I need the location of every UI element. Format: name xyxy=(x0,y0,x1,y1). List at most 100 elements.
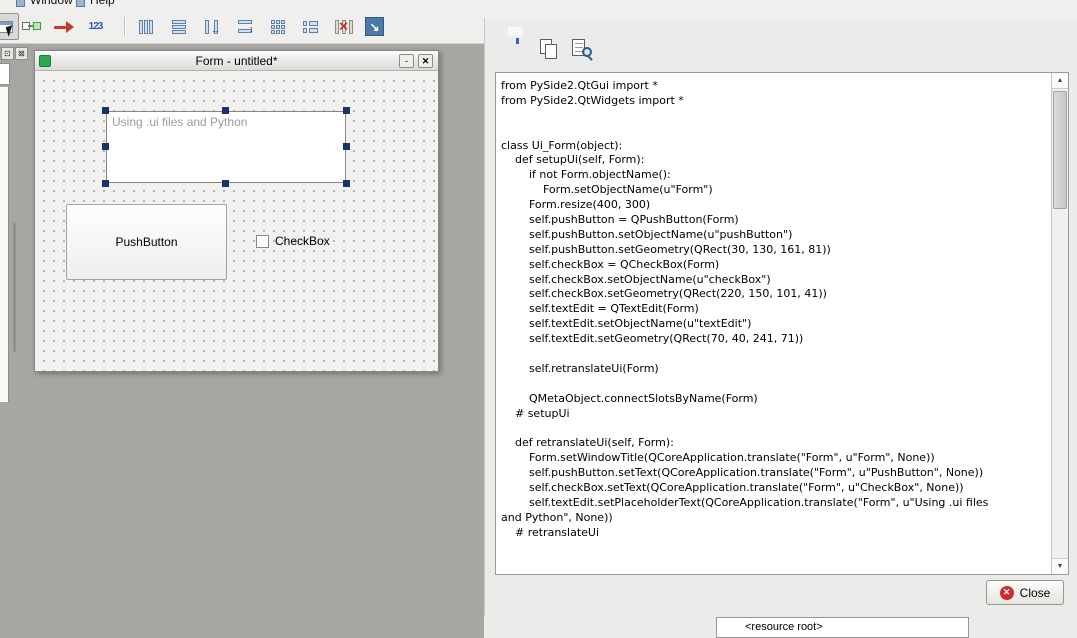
tab-order-glyph: 123 xyxy=(89,21,103,32)
break-layout-icon[interactable]: ✕ xyxy=(330,13,357,40)
close-x-glyph: ✕ xyxy=(1003,587,1011,598)
splitter-h-arrow-glyph: ↔ xyxy=(211,25,220,35)
dock-float-icon: ⊡ xyxy=(4,49,11,58)
form-window-title: Form - untitled* xyxy=(35,54,438,68)
code-line xyxy=(501,347,1051,362)
close-icon: ✕ xyxy=(422,56,430,67)
code-line: self.checkBox.setText(QCoreApplication.t… xyxy=(501,481,1051,496)
dock-float-button[interactable]: ⊡ xyxy=(1,47,14,60)
menubar: Window Help xyxy=(0,0,1077,9)
code-line: self.textEdit.setGeometry(QRect(70, 40, … xyxy=(501,332,1051,347)
find-icon[interactable] xyxy=(569,37,593,61)
signal-glyph xyxy=(33,22,41,30)
code-line: # retranslateUi xyxy=(501,526,1051,541)
selection-handle-top-left[interactable] xyxy=(102,107,109,114)
lay-out-grid-icon[interactable] xyxy=(264,13,291,40)
code-line: self.pushButton.setText(QCoreApplication… xyxy=(501,466,1051,481)
code-line: self.retranslateUi(Form) xyxy=(501,362,1051,377)
form-window-titlebar[interactable]: Form - untitled* - ✕ xyxy=(35,51,438,71)
menu-help[interactable]: Help xyxy=(90,0,115,7)
pushbutton-widget[interactable]: PushButton xyxy=(66,204,227,280)
checkbox-label: CheckBox xyxy=(275,234,330,248)
code-line xyxy=(501,124,1051,139)
code-line: QMetaObject.connectSlotsByName(Form) xyxy=(501,392,1051,407)
code-line: self.checkBox = QCheckBox(Form) xyxy=(501,258,1051,273)
lay-out-horizontally-icon[interactable] xyxy=(132,13,159,40)
buddy-line-glyph xyxy=(54,26,66,29)
form-minimize-button[interactable]: - xyxy=(399,54,414,68)
cursor-glyph xyxy=(6,25,16,37)
save-icon[interactable] xyxy=(505,37,529,61)
widget-box-filter-fragment[interactable] xyxy=(0,63,10,85)
code-line: from PySide2.QtWidgets import * xyxy=(501,94,1051,109)
buddy-arrow-glyph xyxy=(66,21,74,33)
edit-widgets-icon[interactable] xyxy=(0,13,19,40)
minimize-icon: - xyxy=(405,56,408,66)
close-button-icon: ✕ xyxy=(1000,586,1014,600)
edit-signals-slots-icon[interactable] xyxy=(18,13,45,40)
code-line: class Ui_Form(object): xyxy=(501,139,1051,154)
code-lines[interactable]: from PySide2.QtGui import *from PySide2.… xyxy=(496,73,1051,574)
checkbox-widget[interactable]: CheckBox xyxy=(256,234,330,248)
lay-out-splitter-vertical-icon[interactable]: ↕ xyxy=(231,13,258,40)
code-line: Form.resize(400, 300) xyxy=(501,198,1051,213)
adjust-size-icon[interactable]: ↘ xyxy=(361,13,388,40)
toolbar-separator xyxy=(124,17,125,36)
dock-close-icon: ⊠ xyxy=(18,49,25,58)
dock-close-button[interactable]: ⊠ xyxy=(15,47,28,60)
code-line: from PySide2.QtGui import * xyxy=(501,79,1051,94)
code-line xyxy=(501,377,1051,392)
code-line: self.pushButton = QPushButton(Form) xyxy=(501,213,1051,228)
textedit-placeholder[interactable]: Using .ui files and Python xyxy=(106,111,346,183)
scroll-down-button[interactable]: ▼ xyxy=(1052,558,1068,574)
lay-out-splitter-horizontal-icon[interactable]: ↔ xyxy=(198,13,225,40)
code-frame: from PySide2.QtGui import *from PySide2.… xyxy=(495,72,1069,575)
code-line: self.checkBox.setObjectName(u"checkBox") xyxy=(501,273,1051,288)
window-menu-icon xyxy=(16,0,25,7)
page-front-glyph xyxy=(545,44,557,59)
code-line: Form.setObjectName(u"Form") xyxy=(501,183,1051,198)
code-line: self.pushButton.setGeometry(QRect(30, 13… xyxy=(501,243,1051,258)
selection-handle-bottom-right[interactable] xyxy=(343,180,350,187)
lay-out-form-layout-icon[interactable] xyxy=(297,13,324,40)
checkbox-indicator xyxy=(256,235,269,248)
code-line: if not Form.objectName(): xyxy=(501,168,1051,183)
widget-box-panel-edge xyxy=(0,87,9,402)
code-preview-dialog: from PySide2.QtGui import *from PySide2.… xyxy=(484,18,1077,615)
code-line: Form.setWindowTitle(QCoreApplication.tra… xyxy=(501,451,1051,466)
code-line: def setupUi(self, Form): xyxy=(501,153,1051,168)
magnifier-handle-glyph xyxy=(587,55,593,61)
scroll-up-icon: ▲ xyxy=(1057,77,1064,84)
selection-handle-bottom-middle[interactable] xyxy=(222,180,229,187)
selection-handle-top-right[interactable] xyxy=(343,107,350,114)
form-close-button[interactable]: ✕ xyxy=(418,54,433,68)
code-line: self.checkBox.setGeometry(QRect(220, 150… xyxy=(501,287,1051,302)
textedit-widget[interactable]: Using .ui files and Python xyxy=(106,111,346,183)
code-line: self.textEdit.setObjectName(u"textEdit") xyxy=(501,317,1051,332)
code-vertical-scrollbar[interactable]: ▲ ▼ xyxy=(1051,73,1068,574)
selection-handle-bottom-left[interactable] xyxy=(102,180,109,187)
qt-designer-screen: Window Help 123 ↔ xyxy=(0,0,1077,638)
edit-tab-order-icon[interactable]: 123 xyxy=(82,13,109,40)
form-canvas[interactable]: Using .ui files and Python PushButton Ch… xyxy=(35,72,438,371)
widget-box-scrollbar[interactable] xyxy=(13,222,16,352)
close-button[interactable]: ✕ Close xyxy=(986,580,1064,605)
resource-root-item[interactable]: <resource root> xyxy=(717,618,968,633)
form-designer-window: Form - untitled* - ✕ Using .ui files and… xyxy=(34,50,439,372)
scroll-up-button[interactable]: ▲ xyxy=(1052,73,1068,89)
scrollbar-thumb[interactable] xyxy=(1053,91,1067,209)
splitter-v-arrow-glyph: ↕ xyxy=(249,24,254,34)
selection-handle-top-middle[interactable] xyxy=(222,107,229,114)
lay-out-vertically-icon[interactable] xyxy=(165,13,192,40)
code-line: and Python", None)) xyxy=(501,511,1051,526)
mdi-area: ⊡ ⊠ Form - untitled* - ✕ Using .ui file xyxy=(0,44,484,638)
menu-window[interactable]: Window xyxy=(30,0,73,7)
edit-buddies-icon[interactable] xyxy=(50,13,77,40)
selection-handle-middle-left[interactable] xyxy=(102,143,109,150)
code-line: self.textEdit = QTextEdit(Form) xyxy=(501,302,1051,317)
selection-handle-middle-right[interactable] xyxy=(343,143,350,150)
break-cross-glyph: ✕ xyxy=(338,19,348,33)
code-line: self.textEdit.setPlaceholderText(QCoreAp… xyxy=(501,496,1051,511)
copy-icon[interactable] xyxy=(537,37,561,61)
help-menu-icon xyxy=(76,0,85,7)
